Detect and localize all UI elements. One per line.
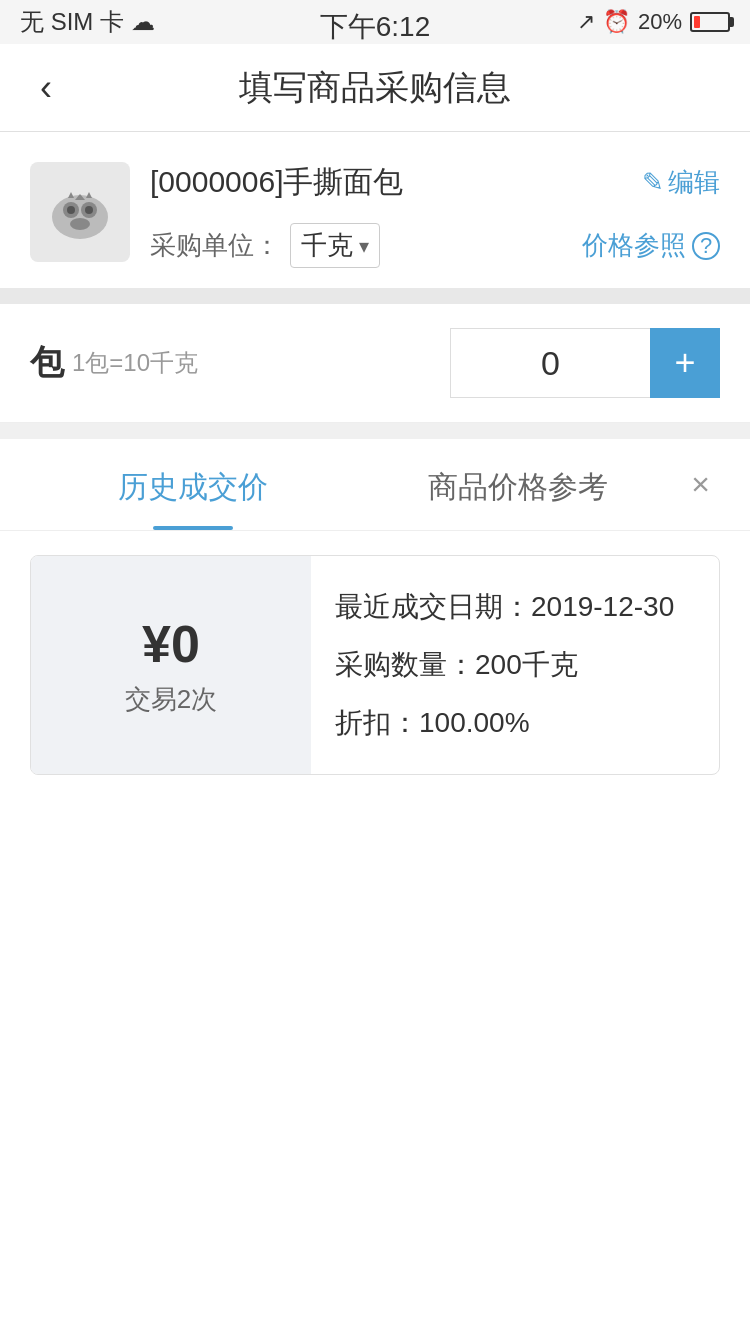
purchase-qty-value: 200千克 [475, 649, 578, 680]
product-thumbnail [30, 162, 130, 262]
tab-history-price[interactable]: 历史成交价 [30, 439, 356, 530]
price-ref-label: 价格参照 [582, 228, 686, 263]
quantity-input-wrap: + [450, 328, 720, 398]
battery-text: 20% [638, 9, 682, 35]
svg-marker-8 [86, 192, 92, 198]
unit-value: 千克 [301, 228, 353, 263]
unit-select[interactable]: 千克 ▾ [290, 223, 380, 268]
history-price-value: ¥0 [142, 614, 200, 674]
alarm-icon: ⏰ [603, 9, 630, 35]
nav-bar: ‹ 填写商品采购信息 [0, 44, 750, 132]
product-card: [0000006]手撕面包 ✎ 编辑 采购单位： 千克 ▾ 价格参照 ? [0, 132, 750, 288]
page-title: 填写商品采购信息 [239, 65, 511, 111]
question-icon: ? [692, 232, 720, 260]
tabs-header: 历史成交价 商品价格参考 × [0, 439, 750, 531]
status-bar: 无 SIM 卡 ☁ 下午6:12 ↗ ⏰ 20% [0, 0, 750, 44]
location-icon: ↗ [577, 9, 595, 35]
back-button[interactable]: ‹ [30, 57, 62, 119]
history-trades-count: 交易2次 [125, 682, 217, 717]
status-right: ↗ ⏰ 20% [577, 9, 730, 35]
history-purchase-qty: 采购数量：200千克 [335, 644, 695, 686]
svg-point-4 [85, 206, 93, 214]
product-header: [0000006]手撕面包 ✎ 编辑 [150, 162, 720, 203]
history-price-left: ¥0 交易2次 [31, 556, 311, 774]
discount-value: 100.00% [419, 707, 530, 738]
edit-button[interactable]: ✎ 编辑 [642, 165, 720, 200]
product-image [45, 182, 115, 242]
quantity-plus-button[interactable]: + [650, 328, 720, 398]
svg-point-3 [67, 206, 75, 214]
quantity-row: 包 1包=10千克 + [0, 304, 750, 423]
quantity-label: 包 1包=10千克 [30, 340, 198, 386]
history-recent-date: 最近成交日期：2019-12-30 [335, 586, 695, 628]
product-name: [0000006]手撕面包 [150, 162, 403, 203]
status-left: 无 SIM 卡 ☁ [20, 6, 155, 38]
unit-selector-wrap: 采购单位： 千克 ▾ [150, 223, 380, 268]
battery-icon [690, 12, 730, 32]
edit-label: 编辑 [668, 165, 720, 200]
tabs-container: 历史成交价 商品价格参考 × ¥0 交易2次 最近成交日期：2019-12-30… [0, 439, 750, 1334]
svg-point-5 [70, 218, 90, 230]
section-divider [0, 288, 750, 304]
history-list: ¥0 交易2次 最近成交日期：2019-12-30 采购数量：200千克 折扣：… [0, 531, 750, 799]
quantity-hint: 1包=10千克 [72, 347, 198, 379]
history-discount: 折扣：100.00% [335, 702, 695, 744]
status-time: 下午6:12 [320, 8, 431, 46]
recent-date-value: 2019-12-30 [531, 591, 674, 622]
recent-date-label: 最近成交日期： [335, 591, 531, 622]
product-unit-row: 采购单位： 千克 ▾ 价格参照 ? [150, 223, 720, 268]
price-reference-button[interactable]: 价格参照 ? [582, 228, 720, 263]
sim-signal-text: 无 SIM 卡 ☁ [20, 6, 155, 38]
edit-icon: ✎ [642, 167, 664, 198]
svg-point-0 [52, 195, 108, 239]
purchase-qty-label: 采购数量： [335, 649, 475, 680]
history-card: ¥0 交易2次 最近成交日期：2019-12-30 采购数量：200千克 折扣：… [30, 555, 720, 775]
main-content-area [0, 799, 750, 1334]
unit-label: 采购单位： [150, 228, 280, 263]
tab-price-reference[interactable]: 商品价格参考 [356, 439, 682, 530]
tab-close-button[interactable]: × [681, 456, 720, 513]
quantity-unit-label: 包 [30, 340, 64, 386]
product-info: [0000006]手撕面包 ✎ 编辑 采购单位： 千克 ▾ 价格参照 ? [150, 162, 720, 268]
dropdown-arrow-icon: ▾ [359, 234, 369, 258]
history-details-right: 最近成交日期：2019-12-30 采购数量：200千克 折扣：100.00% [311, 556, 719, 774]
product-logo-icon [45, 182, 115, 242]
discount-label: 折扣： [335, 707, 419, 738]
quantity-input[interactable] [450, 328, 650, 398]
svg-marker-7 [68, 192, 74, 198]
